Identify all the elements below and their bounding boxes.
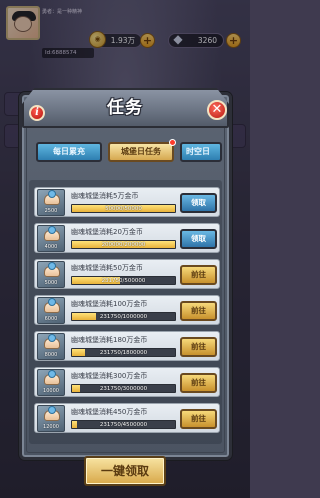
task-progress-bar: 231750/1800000 — [71, 348, 176, 357]
reward-icon: 12000 — [37, 405, 65, 432]
claim-all-button[interactable]: 一键领取 — [84, 456, 166, 486]
tab-daily-recharge[interactable]: 每日累充 — [36, 142, 102, 162]
task-progress-bar: 231750/1000000 — [71, 312, 176, 321]
tab-castle-daily-task[interactable]: 城堡日任务 — [108, 142, 174, 162]
reward-count: 4000 — [44, 244, 58, 250]
progress-text: 50000/50000 — [105, 206, 142, 212]
task-progress-bar: 50000/50000 — [71, 204, 176, 213]
close-button[interactable]: ✕ — [207, 100, 227, 120]
task-row: 5000 幽魂城堡消耗50万金币 231750/500000 前往 — [34, 259, 220, 289]
go-to-task-button[interactable]: 前往 — [180, 301, 217, 321]
progress-text: 231750/1000000 — [99, 314, 148, 320]
task-title: 幽魂城堡消耗300万金币 — [71, 372, 148, 380]
go-to-task-button[interactable]: 前往 — [180, 409, 217, 429]
progress-text: 231750/3000000 — [99, 386, 148, 392]
progress-text: 200000/200000 — [101, 242, 146, 248]
reward-icon: 5000 — [37, 261, 65, 288]
hand-icon — [44, 298, 60, 313]
progress-text: 231750/500000 — [101, 278, 146, 284]
task-progress-bar: 231750/3000000 — [71, 384, 176, 393]
hand-icon — [44, 262, 60, 277]
reward-count: 6000 — [44, 316, 58, 322]
claim-reward-button[interactable]: 领取 — [180, 193, 217, 213]
info-button[interactable]: i — [29, 105, 45, 121]
hand-icon — [44, 226, 60, 241]
reward-icon: 2500 — [37, 189, 65, 216]
task-row: 4000 幽魂城堡消耗20万金币 200000/200000 领取 — [34, 223, 220, 253]
task-title: 幽魂城堡消耗5万金币 — [71, 192, 139, 200]
reward-count: 12000 — [43, 424, 59, 430]
go-to-task-button[interactable]: 前往 — [180, 265, 217, 285]
reward-icon: 8000 — [37, 333, 65, 360]
task-title: 幽魂城堡消耗100万金币 — [71, 300, 148, 308]
reward-icon: 6000 — [37, 297, 65, 324]
go-to-task-button[interactable]: 前往 — [180, 337, 217, 357]
task-row: 10000 幽魂城堡消耗300万金币 231750/3000000 前往 — [34, 367, 220, 397]
task-row: 2500 幽魂城堡消耗5万金币 50000/50000 领取 — [34, 187, 220, 217]
task-row: 8000 幽魂城堡消耗180万金币 231750/1800000 前往 — [34, 331, 220, 361]
progress-text: 231750/1800000 — [99, 350, 148, 356]
hand-icon — [44, 370, 60, 385]
task-title: 幽魂城堡消耗180万金币 — [71, 336, 148, 344]
claim-reward-button[interactable]: 领取 — [180, 229, 217, 249]
task-progress-bar: 231750/500000 — [71, 276, 176, 285]
progress-text: 231750/4500000 — [99, 422, 148, 428]
tab-spacetime-daily[interactable]: 时空日 — [180, 142, 222, 162]
reward-count: 5000 — [44, 280, 58, 286]
reward-count: 10000 — [43, 388, 59, 394]
reward-icon: 4000 — [37, 225, 65, 252]
go-to-task-button[interactable]: 前往 — [180, 373, 217, 393]
hand-icon — [44, 406, 60, 421]
task-progress-bar: 200000/200000 — [71, 240, 176, 249]
task-progress-bar: 231750/4500000 — [71, 420, 176, 429]
reward-icon: 10000 — [37, 369, 65, 396]
reward-count: 2500 — [44, 208, 58, 214]
task-title: 幽魂城堡消耗450万金币 — [71, 408, 148, 416]
hand-icon — [44, 190, 60, 205]
hand-icon — [44, 334, 60, 349]
reward-count: 8000 — [44, 352, 58, 358]
tab-notification-badge — [169, 139, 176, 146]
task-row: 6000 幽魂城堡消耗100万金币 231750/1000000 前往 — [34, 295, 220, 325]
task-title: 幽魂城堡消耗20万金币 — [71, 228, 143, 236]
task-row: 12000 幽魂城堡消耗450万金币 231750/4500000 前往 — [34, 403, 220, 433]
task-title: 幽魂城堡消耗50万金币 — [71, 264, 143, 272]
